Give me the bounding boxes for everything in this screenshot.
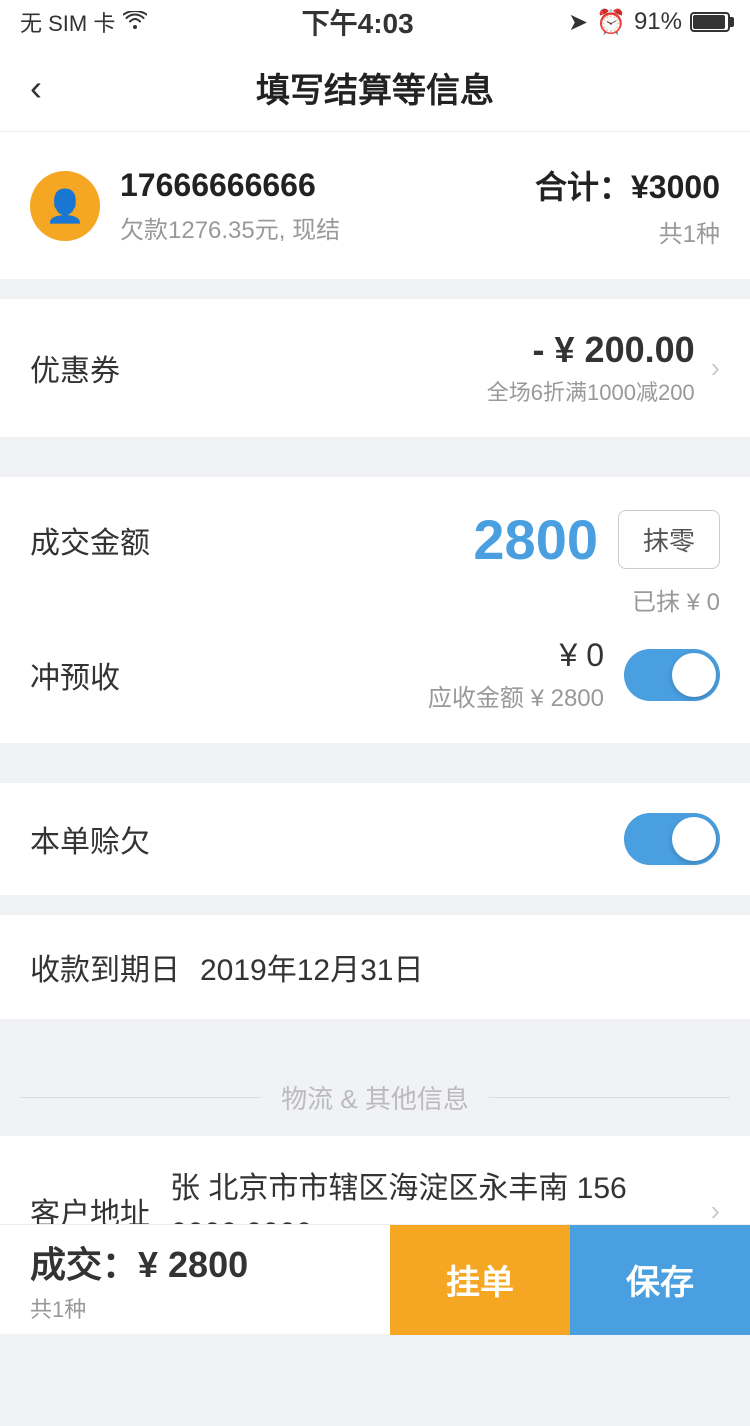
coupon-chevron-icon: ›: [711, 352, 720, 384]
divider-1: [0, 457, 750, 477]
debt-toggle-knob: [672, 817, 716, 861]
divider-2: [0, 763, 750, 783]
user-info: 17666666666 欠款1276.35元, 现结: [120, 167, 340, 245]
duedate-label: 收款到期日: [30, 945, 180, 989]
coupon-info: - ¥ 200.00 全场6折满1000减200: [487, 329, 695, 407]
user-right: 合计：¥3000 共1种: [535, 162, 720, 249]
debt-toggle[interactable]: [624, 813, 720, 865]
prepay-label: 冲预收: [30, 653, 120, 697]
prepay-toggle[interactable]: [624, 649, 720, 701]
coupon-right: - ¥ 200.00 全场6折满1000减200 ›: [487, 329, 720, 407]
coupon-section: 优惠券 - ¥ 200.00 全场6折满1000减200 ›: [0, 299, 750, 437]
deal-section: 成交金额 2800 抹零 已抹 ¥ 0 冲预收 ¥ 0 应收金额 ¥ 2800: [0, 477, 750, 743]
battery-percent: 91%: [634, 8, 682, 36]
bottom-deal-amount: ¥ 2800: [138, 1244, 248, 1285]
duedate-section: 收款到期日 2019年12月31日: [0, 915, 750, 1019]
deal-amount-row: 成交金额 2800 抹零: [30, 507, 720, 572]
bottom-bar: 成交：¥ 2800 共1种 挂单 保存: [0, 1224, 750, 1334]
user-debt: 欠款1276.35元, 现结: [120, 210, 340, 245]
deal-amount-label: 成交金额: [30, 518, 150, 562]
logistics-line-left: [20, 1097, 261, 1098]
sim-label: 无 SIM 卡: [20, 6, 115, 38]
coupon-value: - ¥ 200.00: [487, 329, 695, 371]
debt-label: 本单赊欠: [30, 817, 150, 861]
status-left: 无 SIM 卡: [20, 6, 147, 38]
coupon-row[interactable]: 优惠券 - ¥ 200.00 全场6折满1000减200 ›: [0, 299, 750, 437]
duedate-value: 2019年12月31日: [200, 945, 423, 989]
alarm-icon: ⏰: [596, 8, 626, 37]
hold-button[interactable]: 挂单: [390, 1225, 570, 1335]
prepay-amount: ¥ 0: [428, 637, 604, 674]
debt-section: 本单赊欠: [0, 783, 750, 895]
user-count: 共1种: [535, 214, 720, 249]
deal-amount-area: 2800 抹零: [473, 507, 720, 572]
avatar-icon: 👤: [45, 187, 85, 225]
save-button[interactable]: 保存: [570, 1225, 750, 1335]
round-zero-button[interactable]: 抹零: [618, 510, 720, 569]
location-icon: ➤: [568, 8, 588, 37]
back-button[interactable]: ‹: [20, 57, 52, 119]
logistics-line-right: [489, 1097, 730, 1098]
status-right: ➤ ⏰ 91%: [568, 8, 730, 37]
user-left: 👤 17666666666 欠款1276.35元, 现结: [30, 167, 340, 245]
wifi-icon: [123, 9, 147, 35]
coupon-desc: 全场6折满1000减200: [487, 375, 695, 407]
deal-amount-value: 2800: [473, 507, 598, 572]
duedate-row: 收款到期日 2019年12月31日: [30, 945, 720, 989]
logistics-text: 物流 & 其他信息: [281, 1079, 469, 1116]
bottom-deal-row: 成交：¥ 2800: [30, 1236, 360, 1288]
bottom-summary: 成交：¥ 2800 共1种: [0, 1236, 390, 1324]
user-phone: 17666666666: [120, 167, 340, 204]
logistics-divider: 物流 & 其他信息: [0, 1059, 750, 1136]
status-bar: 无 SIM 卡 下午4:03 ➤ ⏰ 91%: [0, 0, 750, 44]
avatar: 👤: [30, 171, 100, 241]
nav-bar: ‹ 填写结算等信息: [0, 44, 750, 132]
prepay-sub: 应收金额 ¥ 2800: [428, 678, 604, 713]
bottom-deal-label: 成交：: [30, 1244, 138, 1285]
user-card: 👤 17666666666 欠款1276.35元, 现结 合计：¥3000 共1…: [0, 132, 750, 279]
deal-sub: 已抹 ¥ 0: [30, 582, 720, 617]
toggle-knob: [672, 653, 716, 697]
prepay-row: 冲预收 ¥ 0 应收金额 ¥ 2800: [30, 637, 720, 713]
coupon-label: 优惠券: [30, 346, 120, 390]
status-time: 下午4:03: [302, 2, 414, 42]
battery-icon: [690, 12, 730, 32]
address-chevron-icon: ›: [711, 1195, 720, 1227]
divider-3: [0, 1039, 750, 1059]
user-total: 合计：¥3000: [535, 162, 720, 208]
prepay-right: ¥ 0 应收金额 ¥ 2800: [428, 637, 720, 713]
page-title: 填写结算等信息: [256, 63, 494, 112]
bottom-count: 共1种: [30, 1292, 360, 1324]
prepay-amount-area: ¥ 0 应收金额 ¥ 2800: [428, 637, 604, 713]
